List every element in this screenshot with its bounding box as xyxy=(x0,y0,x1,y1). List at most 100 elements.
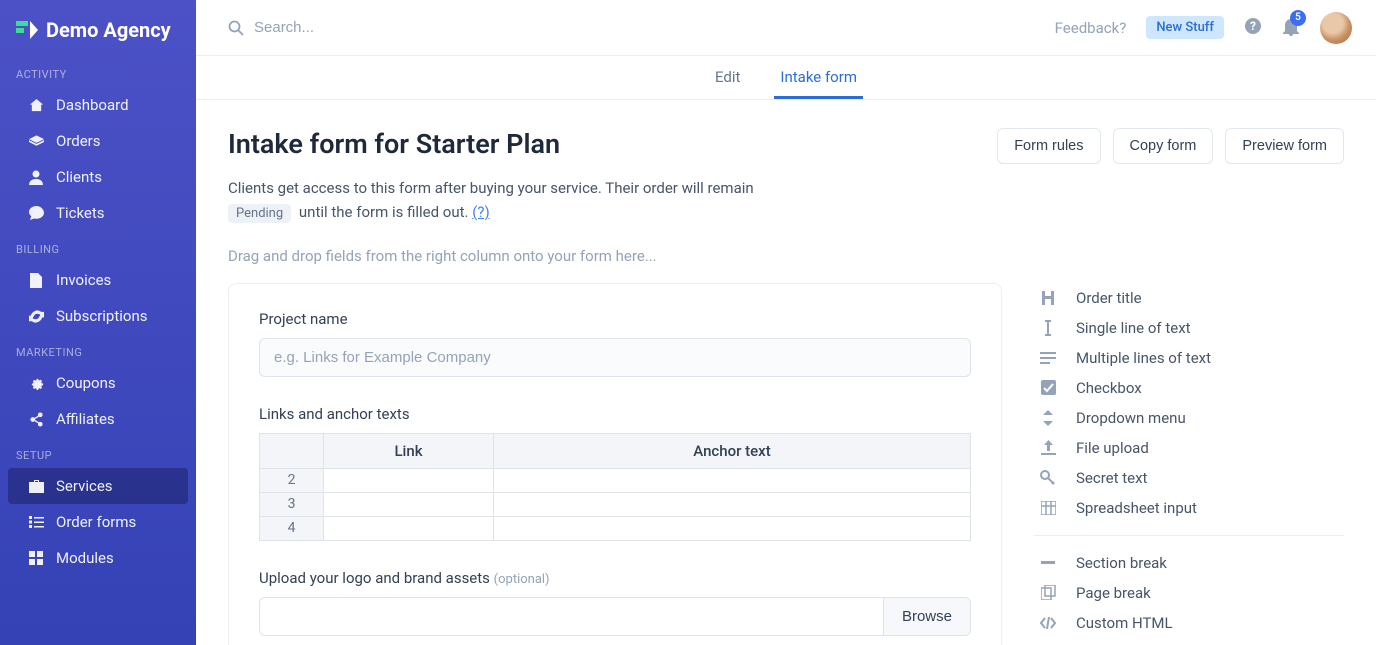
palette-label: Custom HTML xyxy=(1076,614,1173,632)
sidebar-item-label: Affiliates xyxy=(56,410,115,428)
brand-name: Demo Agency xyxy=(46,18,171,42)
chat-icon xyxy=(28,206,44,220)
cursor-icon xyxy=(1038,320,1058,336)
sheet-cell[interactable] xyxy=(494,492,971,516)
brand[interactable]: Demo Agency xyxy=(0,8,196,56)
sidebar-item-clients[interactable]: Clients xyxy=(0,159,196,195)
form-rules-button[interactable]: Form rules xyxy=(997,128,1100,164)
sidebar-item-label: Clients xyxy=(56,168,102,186)
field-links: Links and anchor texts Link Anchor text … xyxy=(259,405,971,541)
code-icon xyxy=(1038,617,1058,629)
drag-hint: Drag and drop fields from the right colu… xyxy=(228,247,1344,265)
tab-edit[interactable]: Edit xyxy=(709,68,746,99)
upload-path-input[interactable] xyxy=(259,597,883,636)
desc-pre: Clients get access to this form after bu… xyxy=(228,179,754,197)
project-name-label: Project name xyxy=(259,310,971,328)
pending-chip: Pending xyxy=(228,204,291,223)
sidebar-item-dashboard[interactable]: Dashboard xyxy=(0,87,196,123)
heading-icon xyxy=(1038,291,1058,305)
browse-button[interactable]: Browse xyxy=(883,597,971,636)
head-actions: Form rules Copy form Preview form xyxy=(997,128,1344,164)
page-title: Intake form for Starter Plan xyxy=(228,128,560,160)
sheet-cell[interactable] xyxy=(324,468,494,492)
new-stuff-badge[interactable]: New Stuff xyxy=(1146,16,1224,39)
palette-label: Single line of text xyxy=(1076,319,1191,337)
desc-post: until the form is filled out. xyxy=(299,203,469,221)
palette-section-break[interactable]: Section break xyxy=(1034,548,1344,578)
box-icon xyxy=(28,135,44,147)
builder-row: Project name Links and anchor texts Link… xyxy=(228,283,1344,645)
feedback-link[interactable]: Feedback? xyxy=(1055,19,1127,37)
check-icon xyxy=(1038,380,1058,395)
notifications-icon[interactable]: 5 xyxy=(1282,16,1300,40)
sheet-row[interactable]: 4 xyxy=(260,516,971,540)
links-spreadsheet[interactable]: Link Anchor text 2 3 4 xyxy=(259,433,971,541)
field-project-name: Project name xyxy=(259,310,971,377)
form-card: Project name Links and anchor texts Link… xyxy=(228,283,1002,645)
sidebar-item-orders[interactable]: Orders xyxy=(0,123,196,159)
links-label: Links and anchor texts xyxy=(259,405,971,423)
key-icon xyxy=(1038,470,1058,486)
content: Intake form for Starter Plan Form rules … xyxy=(196,100,1376,645)
sheet-cell[interactable] xyxy=(324,516,494,540)
palette-secret[interactable]: Secret text xyxy=(1034,463,1344,493)
palette-dropdown[interactable]: Dropdown menu xyxy=(1034,403,1344,433)
minus-icon xyxy=(1038,561,1058,565)
sheet-cell[interactable] xyxy=(324,492,494,516)
topbar: Feedback? New Stuff ? 5 xyxy=(196,0,1376,56)
sidebar-group-billing: BILLING xyxy=(0,231,196,262)
sidebar-item-services[interactable]: Services xyxy=(8,468,188,504)
sidebar-item-coupons[interactable]: Coupons xyxy=(0,365,196,401)
copy-form-button[interactable]: Copy form xyxy=(1113,128,1214,164)
sidebar-group-setup: SETUP xyxy=(0,437,196,468)
project-name-input[interactable] xyxy=(259,338,971,377)
page-description: Clients get access to this form after bu… xyxy=(228,176,788,225)
avatar[interactable] xyxy=(1320,12,1352,44)
preview-form-button[interactable]: Preview form xyxy=(1225,128,1344,164)
field-upload: Upload your logo and brand assets (optio… xyxy=(259,569,971,645)
user-icon xyxy=(28,170,44,185)
sheet-rownum: 2 xyxy=(260,468,324,492)
palette-page-break[interactable]: Page break xyxy=(1034,578,1344,608)
palette-order-title[interactable]: Order title xyxy=(1034,283,1344,313)
sheet-row[interactable]: 2 xyxy=(260,468,971,492)
palette-label: File upload xyxy=(1076,439,1149,457)
refresh-icon xyxy=(28,309,44,324)
sidebar-item-label: Dashboard xyxy=(56,96,129,114)
tab-intake-form[interactable]: Intake form xyxy=(774,68,863,99)
notifications-count: 5 xyxy=(1290,10,1306,26)
palette-label: Spreadsheet input xyxy=(1076,499,1197,517)
sheet-cell[interactable] xyxy=(494,516,971,540)
sheet-header-anchor: Anchor text xyxy=(494,433,971,468)
palette-single-line[interactable]: Single line of text xyxy=(1034,313,1344,343)
grid-icon xyxy=(28,551,44,565)
sidebar-item-order-forms[interactable]: Order forms xyxy=(0,504,196,540)
sheet-row[interactable]: 3 xyxy=(260,492,971,516)
palette-label: Order title xyxy=(1076,289,1142,307)
sheet-cell[interactable] xyxy=(494,468,971,492)
help-icon[interactable]: ? xyxy=(1244,17,1262,39)
palette-custom-html[interactable]: Custom HTML xyxy=(1034,608,1344,638)
main: Feedback? New Stuff ? 5 Edit Intake form… xyxy=(196,0,1376,645)
sidebar-item-modules[interactable]: Modules xyxy=(0,540,196,576)
table-icon xyxy=(1038,501,1058,515)
sidebar-item-tickets[interactable]: Tickets xyxy=(0,195,196,231)
sidebar: Demo Agency ACTIVITY Dashboard Orders Cl… xyxy=(0,0,196,645)
upload-optional: (optional) xyxy=(494,572,550,587)
sheet-rownum: 4 xyxy=(260,516,324,540)
sidebar-item-subscriptions[interactable]: Subscriptions xyxy=(0,298,196,334)
sidebar-item-invoices[interactable]: Invoices xyxy=(0,262,196,298)
palette-label: Section break xyxy=(1076,554,1167,572)
palette-label: Checkbox xyxy=(1076,379,1142,397)
sidebar-item-label: Tickets xyxy=(56,204,105,222)
palette-checkbox[interactable]: Checkbox xyxy=(1034,373,1344,403)
palette-spreadsheet[interactable]: Spreadsheet input xyxy=(1034,493,1344,523)
desc-help-link[interactable]: (?) xyxy=(472,203,489,221)
list-icon xyxy=(28,516,44,528)
search-input[interactable] xyxy=(254,19,554,36)
palette-multi-line[interactable]: Multiple lines of text xyxy=(1034,343,1344,373)
sidebar-item-affiliates[interactable]: Affiliates xyxy=(0,401,196,437)
palette-file-upload[interactable]: File upload xyxy=(1034,433,1344,463)
updown-icon xyxy=(1038,410,1058,426)
sheet-rownum: 3 xyxy=(260,492,324,516)
